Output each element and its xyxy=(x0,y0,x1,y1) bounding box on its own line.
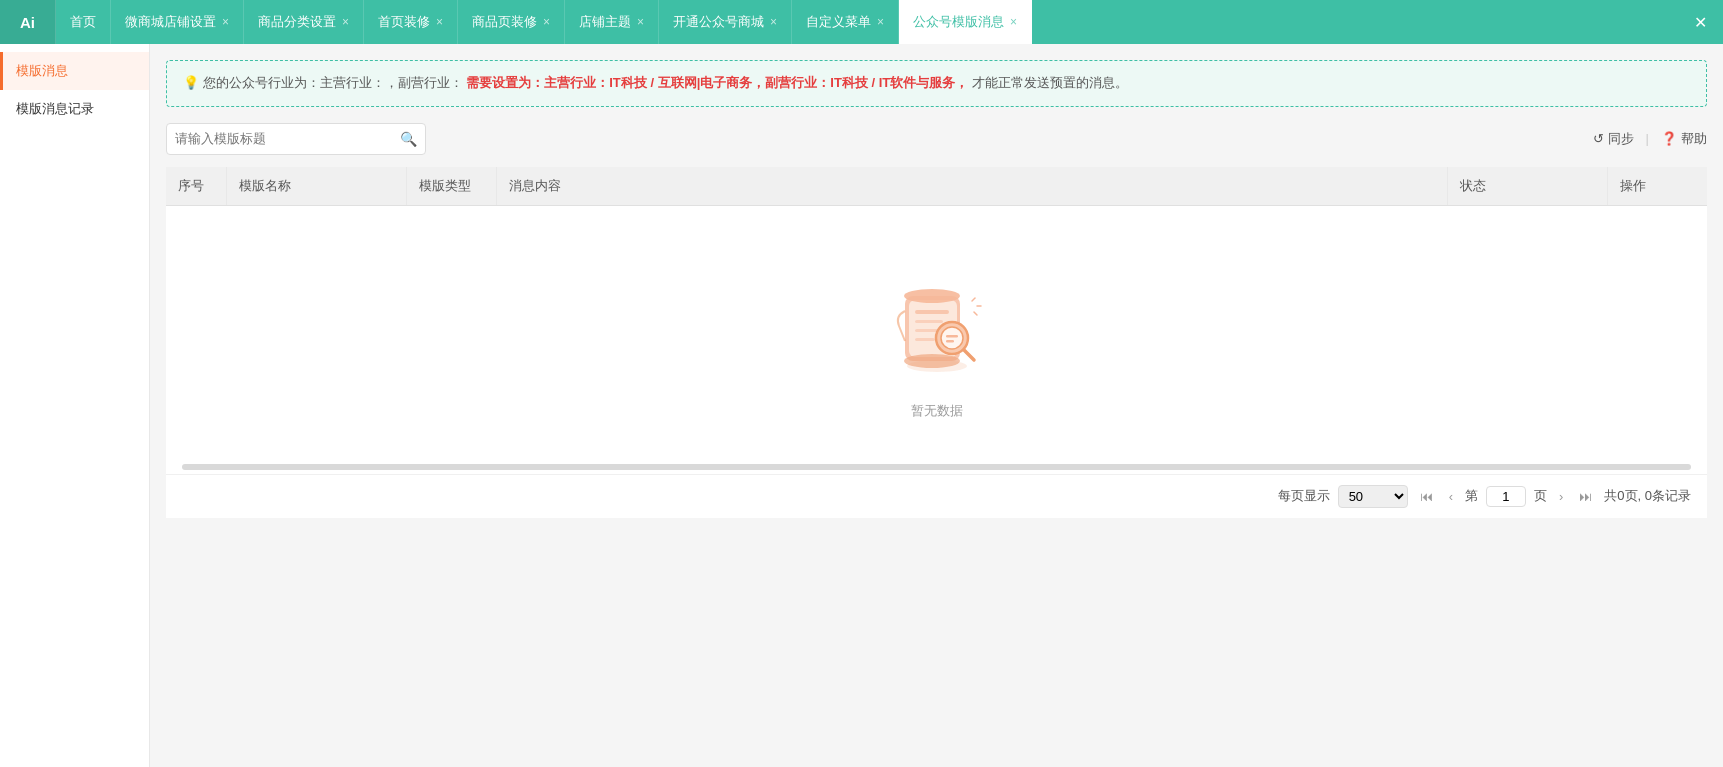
nav-tab-category-settings[interactable]: 商品分类设置 × xyxy=(244,0,364,44)
nav-tab-shop-settings[interactable]: 微商城店铺设置 × xyxy=(111,0,244,44)
empty-text: 暂无数据 xyxy=(911,402,963,420)
nav-tab-label: 商品页装修 xyxy=(472,13,537,31)
page-size-select[interactable]: 102050100 xyxy=(1338,485,1408,508)
notice-suffix: 才能正常发送预置的消息。 xyxy=(972,75,1128,90)
svg-rect-13 xyxy=(946,340,954,343)
page-di-label: 第 xyxy=(1465,487,1478,505)
col-header-content: 消息内容 xyxy=(496,167,1447,206)
nav-tab-close-template-msg[interactable]: × xyxy=(1010,15,1017,29)
sidebar: 模版消息模版消息记录 xyxy=(0,44,150,767)
nav-tab-label: 公众号模版消息 xyxy=(913,13,1004,31)
notice-highlight: 需要设置为：主营行业：IT科技 / 互联网|电子商务，副营行业：IT科技 / I… xyxy=(466,75,968,90)
sidebar-item-template-msg-record[interactable]: 模版消息记录 xyxy=(0,90,149,128)
nav-tab-label: 首页装修 xyxy=(378,13,430,31)
horizontal-scrollbar[interactable] xyxy=(182,464,1691,470)
sync-label: 同步 xyxy=(1608,130,1634,148)
sync-icon: ↺ xyxy=(1593,131,1604,146)
nav-tab-close-open-mall[interactable]: × xyxy=(770,15,777,29)
nav-tab-open-mall[interactable]: 开通公众号商城 × xyxy=(659,0,792,44)
next-page-btn[interactable]: › xyxy=(1555,489,1567,504)
nav-tab-close-home-decoration[interactable]: × xyxy=(436,15,443,29)
nav-tab-shop-theme[interactable]: 店铺主题 × xyxy=(565,0,659,44)
svg-point-7 xyxy=(904,289,960,303)
notice-prefix: 您的公众号行业为：主营行业：，副营行业： xyxy=(203,75,463,90)
notice-icon: 💡 xyxy=(183,75,199,90)
scrollbar-row xyxy=(166,460,1707,474)
nav-tab-label: 首页 xyxy=(70,13,96,31)
first-page-btn[interactable]: ⏮ xyxy=(1416,489,1437,504)
current-page-input[interactable] xyxy=(1486,486,1526,507)
search-input-wrap: 🔍 xyxy=(166,123,426,155)
nav-tab-product-decoration[interactable]: 商品页装修 × xyxy=(458,0,565,44)
nav-tab-template-msg[interactable]: 公众号模版消息 × xyxy=(899,0,1032,44)
content-area: 💡 您的公众号行业为：主营行业：，副营行业： 需要设置为：主营行业：IT科技 /… xyxy=(150,44,1723,767)
help-label: 帮助 xyxy=(1681,130,1707,148)
search-row: 🔍 ↺ 同步 | ❓ 帮助 xyxy=(166,123,1707,155)
svg-point-10 xyxy=(941,327,963,349)
top-nav: Ai 首页微商城店铺设置×商品分类设置×首页装修×商品页装修×店铺主题×开通公众… xyxy=(0,0,1723,44)
help-icon: ❓ xyxy=(1661,131,1677,146)
col-header-index: 序号 xyxy=(166,167,226,206)
logo-tab: Ai xyxy=(0,0,56,44)
nav-tab-label: 自定义菜单 xyxy=(806,13,871,31)
col-header-status: 状态 xyxy=(1447,167,1607,206)
page-size-label: 每页显示 xyxy=(1278,487,1330,505)
svg-rect-12 xyxy=(946,335,958,338)
main-layout: 模版消息模版消息记录 💡 您的公众号行业为：主营行业：，副营行业： 需要设置为：… xyxy=(0,44,1723,767)
col-header-action: 操作 xyxy=(1607,167,1707,206)
table-container: 序号 模版名称 模版类型 消息内容 状态 操作 xyxy=(166,167,1707,518)
nav-tab-label: 开通公众号商城 xyxy=(673,13,764,31)
table-header-row: 序号 模版名称 模版类型 消息内容 状态 操作 xyxy=(166,167,1707,206)
nav-tab-close-category-settings[interactable]: × xyxy=(342,15,349,29)
nav-tab-close-shop-settings[interactable]: × xyxy=(222,15,229,29)
sidebar-item-template-msg[interactable]: 模版消息 xyxy=(0,52,149,90)
close-all-button[interactable]: ✕ xyxy=(1678,0,1723,44)
notice-box: 💡 您的公众号行业为：主营行业：，副营行业： 需要设置为：主营行业：IT科技 /… xyxy=(166,60,1707,107)
nav-tab-label: 店铺主题 xyxy=(579,13,631,31)
help-button[interactable]: ❓ 帮助 xyxy=(1661,130,1707,148)
nav-tab-custom-menu[interactable]: 自定义菜单 × xyxy=(792,0,899,44)
col-header-type: 模版类型 xyxy=(406,167,496,206)
toolbar-right: ↺ 同步 | ❓ 帮助 xyxy=(1593,130,1707,148)
data-table: 序号 模版名称 模版类型 消息内容 状态 操作 xyxy=(166,167,1707,206)
search-input[interactable] xyxy=(175,131,400,146)
pagination: 每页显示 102050100 ⏮ ‹ 第 页 › ⏭ 共0页, 0条记录 xyxy=(166,474,1707,518)
nav-tab-label: 微商城店铺设置 xyxy=(125,13,216,31)
search-icon[interactable]: 🔍 xyxy=(400,131,417,147)
prev-page-btn[interactable]: ‹ xyxy=(1445,489,1457,504)
svg-line-16 xyxy=(974,312,977,315)
sync-button[interactable]: ↺ 同步 xyxy=(1593,130,1634,148)
col-header-name: 模版名称 xyxy=(226,167,406,206)
svg-point-8 xyxy=(904,354,960,368)
nav-tab-close-shop-theme[interactable]: × xyxy=(637,15,644,29)
svg-rect-4 xyxy=(915,320,943,323)
empty-state: 暂无数据 xyxy=(166,206,1707,460)
page-label: 页 xyxy=(1534,487,1547,505)
svg-line-14 xyxy=(972,298,975,301)
svg-rect-3 xyxy=(915,310,949,314)
pagination-summary: 共0页, 0条记录 xyxy=(1604,487,1691,505)
logo-text: Ai xyxy=(20,14,35,31)
empty-state-icon xyxy=(877,266,997,386)
nav-tab-label: 商品分类设置 xyxy=(258,13,336,31)
nav-tab-close-custom-menu[interactable]: × xyxy=(877,15,884,29)
last-page-btn[interactable]: ⏭ xyxy=(1575,489,1596,504)
svg-rect-6 xyxy=(915,338,935,341)
nav-tab-home-decoration[interactable]: 首页装修 × xyxy=(364,0,458,44)
svg-line-11 xyxy=(964,350,974,360)
nav-tab-close-product-decoration[interactable]: × xyxy=(543,15,550,29)
toolbar-divider: | xyxy=(1646,131,1649,146)
nav-tab-home[interactable]: 首页 xyxy=(56,0,111,44)
